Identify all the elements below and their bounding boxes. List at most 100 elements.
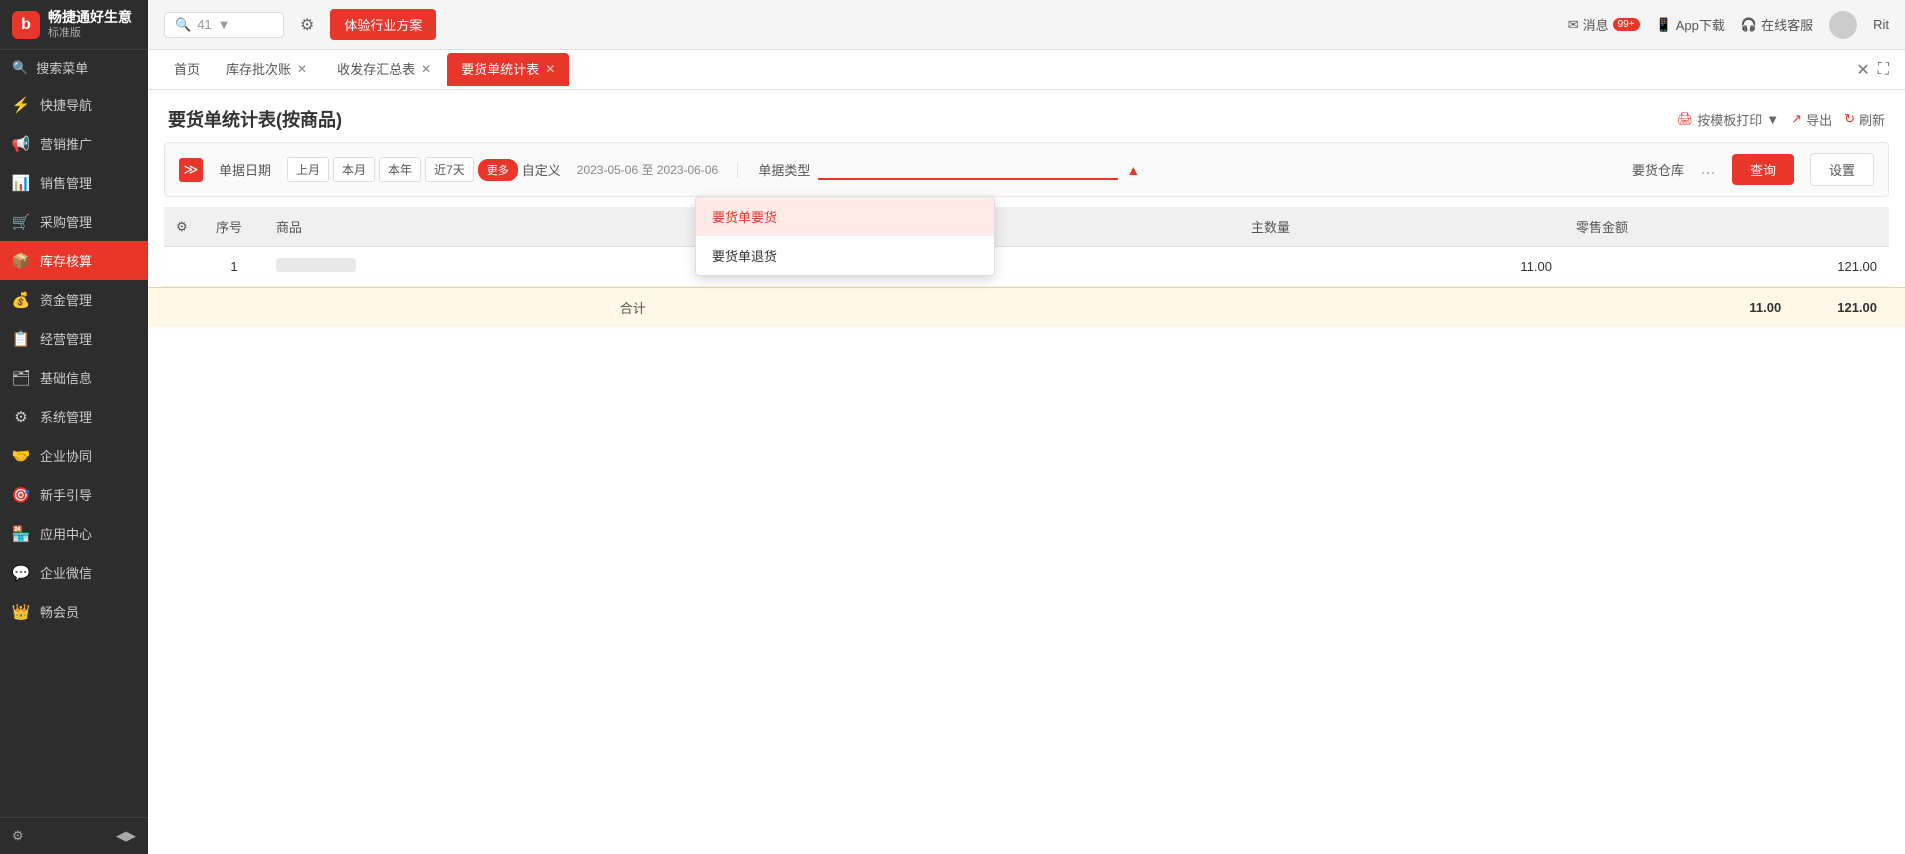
sidebar-item-system[interactable]: ⚙ 系统管理 <box>0 397 148 436</box>
page-content: 要货单统计表(按商品) 🖨 按模板打印 ▼ ↗ 导出 ↻ 刷新 ≫ <box>148 90 1905 854</box>
data-table: ⚙ 序号 商品 主计量单位 主数量 <box>164 207 1889 287</box>
col-no-header: 序号 <box>204 207 264 247</box>
warehouse-more-icon[interactable]: … <box>1700 161 1716 179</box>
export-icon: ↗ <box>1791 111 1802 127</box>
brand-icon: b <box>12 11 40 39</box>
app-icon: 📱 <box>1656 17 1672 33</box>
row-no-cell: 1 <box>204 247 264 287</box>
service-icon: 🎧 <box>1741 17 1757 33</box>
sidebar-item-member[interactable]: 👑 畅会员 <box>0 592 148 631</box>
sidebar-item-sales[interactable]: 📊 销售管理 <box>0 163 148 202</box>
warehouse-label: 要货仓库 <box>1632 160 1684 179</box>
username-label: Rit <box>1873 17 1889 32</box>
message-item[interactable]: ✉ 消息 99+ <box>1568 15 1640 34</box>
sidebar-item-guide[interactable]: 🎯 新手引导 <box>0 475 148 514</box>
col-amount-header: 零售金额 <box>1564 207 1889 247</box>
type-label: 单据类型 <box>758 160 810 179</box>
page-header: 要货单统计表(按商品) 🖨 按模板打印 ▼ ↗ 导出 ↻ 刷新 <box>148 90 1905 142</box>
sidebar-item-marketing[interactable]: 📢 营销推广 <box>0 124 148 163</box>
inventory-icon: 📦 <box>12 252 30 270</box>
marketing-icon: 📢 <box>12 135 30 153</box>
filter-btn-last-7days[interactable]: 近7天 <box>425 157 474 182</box>
appstore-icon: 🏪 <box>12 525 30 543</box>
sidebar-item-operation[interactable]: 📋 经营管理 <box>0 319 148 358</box>
footer-amount: 121.00 <box>1837 300 1877 315</box>
system-icon: ⚙ <box>12 408 30 426</box>
sidebar-item-wechat[interactable]: 💬 企业微信 <box>0 553 148 592</box>
industry-btn[interactable]: 体验行业方案 <box>330 9 436 40</box>
refresh-action[interactable]: ↻ 刷新 <box>1844 110 1885 129</box>
type-dropdown: 要货单要货 要货单退货 <box>695 196 995 276</box>
sidebar-search[interactable]: 🔍 搜索菜单 <box>0 50 148 85</box>
type-input[interactable] <box>818 159 1118 180</box>
custom-label: 自定义 <box>522 160 561 179</box>
dropdown-item-order-return[interactable]: 要货单退货 <box>696 236 994 275</box>
sidebar-settings-btn[interactable]: ⚙ <box>12 828 24 844</box>
print-expand-icon: ▼ <box>1766 112 1779 127</box>
tab-home[interactable]: 首页 <box>164 53 210 86</box>
filter-type-group: 单据类型 ▲ <box>758 159 1616 180</box>
sidebar-nav: ⚡ 快捷导航 📢 营销推广 📊 销售管理 🛒 采购管理 📦 库存核算 💰 资金管… <box>0 85 148 817</box>
sidebar-item-inventory[interactable]: 📦 库存核算 <box>0 241 148 280</box>
filter-btn-this-month[interactable]: 本月 <box>333 157 375 182</box>
sidebar-item-appstore[interactable]: 🏪 应用中心 <box>0 514 148 553</box>
message-badge: 99+ <box>1613 18 1640 31</box>
avatar[interactable] <box>1829 11 1857 39</box>
print-action[interactable]: 🖨 按模板打印 ▼ <box>1677 110 1779 129</box>
sidebar-item-purchase[interactable]: 🛒 采购管理 <box>0 202 148 241</box>
guide-icon: 🎯 <box>12 486 30 504</box>
filter-expand-btn[interactable]: ≫ <box>179 158 203 182</box>
sidebar-logo: b 畅捷通好生意 标准版 <box>0 0 148 50</box>
tab-receipt-summary[interactable]: 收发存汇总表 ✕ <box>323 53 445 86</box>
main-content: 🔍 41 ▼ ⚙ 体验行业方案 ✉ 消息 99+ 📱 App下载 🎧 在线客服 … <box>148 0 1905 854</box>
purchase-icon: 🛒 <box>12 213 30 231</box>
finance-icon: 💰 <box>12 291 30 309</box>
table-header-row: ⚙ 序号 商品 主计量单位 主数量 <box>164 207 1889 247</box>
message-icon: ✉ <box>1568 17 1579 33</box>
table-footer: 合计 11.00 121.00 <box>148 287 1905 327</box>
enterprise-icon: 🤝 <box>12 447 30 465</box>
sidebar-item-basic[interactable]: 🗂 基础信息 <box>0 358 148 397</box>
tabs-expand-btn[interactable]: ⛶ <box>1878 61 1889 79</box>
row-amount-cell: 121.00 <box>1564 247 1889 287</box>
tab-order-close[interactable]: ✕ <box>545 62 555 76</box>
topbar-left: 🔍 41 ▼ ⚙ 体验行业方案 <box>164 9 436 40</box>
topbar-right: ✉ 消息 99+ 📱 App下载 🎧 在线客服 Rit <box>1568 11 1889 39</box>
table-row: 1 块 11.00 121.00 <box>164 247 1889 287</box>
page-actions: 🖨 按模板打印 ▼ ↗ 导出 ↻ 刷新 <box>1677 110 1885 129</box>
tab-batch[interactable]: 库存批次账 ✕ <box>212 53 321 86</box>
tab-receipt-close[interactable]: ✕ <box>421 62 431 76</box>
refresh-icon: ↻ <box>1844 111 1855 127</box>
sidebar-bottom: ⚙ ◀▶ <box>0 817 148 854</box>
sidebar-collapse-btn[interactable]: ◀▶ <box>116 828 136 844</box>
filter-btn-last-month[interactable]: 上月 <box>287 157 329 182</box>
filter-divider: │ <box>734 162 742 177</box>
print-icon: 🖨 <box>1677 111 1694 127</box>
quick-nav-icon: ⚡ <box>12 96 30 114</box>
topbar: 🔍 41 ▼ ⚙ 体验行业方案 ✉ 消息 99+ 📱 App下载 🎧 在线客服 … <box>148 0 1905 50</box>
dropdown-item-order-goods[interactable]: 要货单要货 <box>696 197 994 236</box>
operation-icon: 📋 <box>12 330 30 348</box>
settings-gear-icon[interactable]: ⚙ <box>300 15 314 35</box>
sidebar-item-enterprise[interactable]: 🤝 企业协同 <box>0 436 148 475</box>
filter-btn-this-year[interactable]: 本年 <box>379 157 421 182</box>
topbar-search[interactable]: 🔍 41 ▼ <box>164 12 284 38</box>
settings-btn[interactable]: 设置 <box>1810 153 1874 186</box>
date-label: 单据日期 <box>219 160 271 179</box>
app-download-item[interactable]: 📱 App下载 <box>1656 15 1725 34</box>
query-btn[interactable]: 查询 <box>1732 154 1794 185</box>
sales-icon: 📊 <box>12 174 30 192</box>
export-action[interactable]: ↗ 导出 <box>1791 110 1832 129</box>
brand-text: 畅捷通好生意 标准版 <box>48 8 132 40</box>
sidebar-item-quick-nav[interactable]: ⚡ 快捷导航 <box>0 85 148 124</box>
sidebar-item-finance[interactable]: 💰 资金管理 <box>0 280 148 319</box>
online-service-item[interactable]: 🎧 在线客服 <box>1741 15 1813 34</box>
type-arrow-icon[interactable]: ▲ <box>1126 162 1140 178</box>
tab-batch-close[interactable]: ✕ <box>297 62 307 76</box>
filter-btn-more[interactable]: 更多 <box>478 159 518 181</box>
col-settings-header[interactable]: ⚙ <box>164 207 204 247</box>
tabs-close-all-btn[interactable]: ✕ <box>1856 60 1869 80</box>
tab-order-summary[interactable]: 要货单统计表 ✕ <box>447 53 569 86</box>
search-mini-icon: 🔍 <box>175 17 191 33</box>
footer-label: 合计 <box>620 298 646 317</box>
